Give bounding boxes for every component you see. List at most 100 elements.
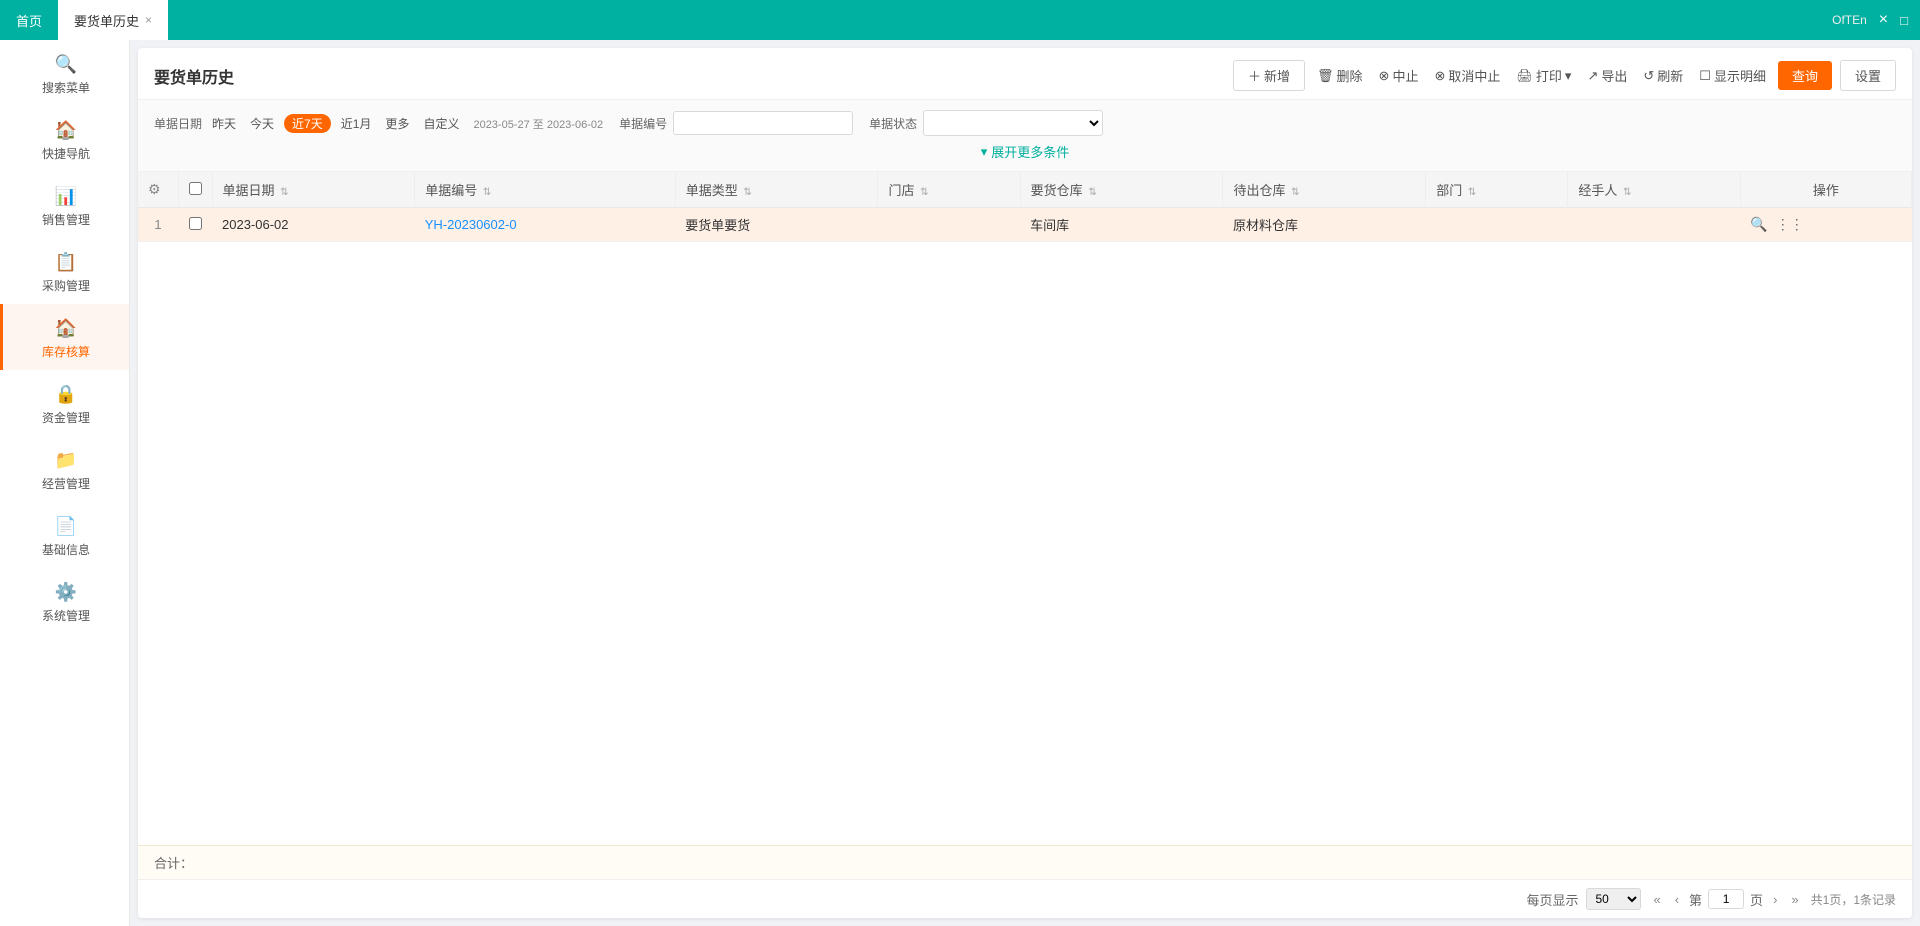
row-doctype: 要货单要货: [675, 208, 878, 242]
delete-button[interactable]: 🗑 删除: [1313, 64, 1367, 87]
date-sort-icon: ⇅: [280, 187, 288, 198]
refresh-label: 刷新: [1657, 66, 1683, 85]
sidebar-item-operation[interactable]: 📁 经营管理: [0, 436, 129, 502]
cancel-stop-button[interactable]: ⊗ 取消中止: [1430, 64, 1504, 87]
refresh-icon: ↺: [1643, 68, 1654, 84]
window-close-icon[interactable]: ×: [1879, 11, 1888, 29]
sidebar-item-inventory[interactable]: 🏠 库存核算: [0, 304, 129, 370]
sidebar-label-search-menu: 搜索菜单: [42, 79, 90, 96]
docno-label: 单据编号: [619, 115, 667, 132]
sidebar-item-system[interactable]: ⚙️ 系统管理: [0, 568, 129, 634]
doctype-col-header[interactable]: 单据类型 ⇅: [675, 172, 878, 208]
docno-input[interactable]: [673, 111, 853, 135]
query-button[interactable]: 查询: [1778, 61, 1832, 90]
tab-home[interactable]: 首页: [0, 0, 58, 40]
select-all-checkbox[interactable]: [189, 182, 202, 195]
status-label: 单据状态: [869, 115, 917, 132]
status-select[interactable]: [923, 110, 1103, 136]
outwarehouse-col-header[interactable]: 待出仓库 ⇅: [1223, 172, 1426, 208]
ops-col-label: 操作: [1813, 183, 1839, 198]
tab-home-label: 首页: [16, 11, 42, 30]
docno-col-header[interactable]: 单据编号 ⇅: [415, 172, 675, 208]
export-button[interactable]: ↗ 导出: [1583, 64, 1631, 87]
prev-page-button[interactable]: ‹: [1671, 890, 1683, 909]
row-docno-link[interactable]: YH-20230602-0: [425, 217, 517, 232]
sidebar-item-basic[interactable]: 📄 基础信息: [0, 502, 129, 568]
toolbar: ＋ 新增 🗑 删除 ⊗ 中止 ⊗ 取消中止 🖨 打印: [1233, 60, 1896, 91]
quick-nav-icon: 🏠: [55, 120, 77, 141]
expand-more-button[interactable]: ▾ 展开更多条件: [154, 142, 1896, 161]
table-header-row: ⚙ 单据日期 ⇅ 单据编号 ⇅: [138, 172, 1912, 208]
row-reqwarehouse: 车间库: [1020, 208, 1223, 242]
tab-close-icon[interactable]: ×: [145, 13, 152, 27]
window-maximize-icon[interactable]: □: [1900, 13, 1908, 28]
filter-docno: 单据编号: [619, 111, 853, 135]
row-checkbox[interactable]: [189, 217, 202, 230]
basic-icon: 📄: [55, 516, 77, 537]
cancel-stop-icon: ⊗: [1434, 68, 1445, 84]
page-size-select[interactable]: 20 50 100: [1586, 888, 1641, 910]
next-page-button[interactable]: ›: [1769, 890, 1781, 909]
finance-icon: 🔒: [55, 384, 77, 405]
shortcut-custom[interactable]: 自定义: [419, 114, 463, 133]
dept-col-header[interactable]: 部门 ⇅: [1426, 172, 1568, 208]
tab-requisition-history[interactable]: 要货单历史 ×: [58, 0, 168, 40]
add-button[interactable]: ＋ 新增: [1233, 60, 1305, 91]
table-row[interactable]: 1 2023-06-02 YH-20230602-0 要货单要货 车间库 原材料…: [138, 208, 1912, 242]
store-col-header[interactable]: 门店 ⇅: [878, 172, 1020, 208]
more-icon[interactable]: ⋮⋮: [1776, 216, 1804, 233]
expand-icon: ▾: [981, 144, 988, 160]
shortcut-more[interactable]: 更多: [381, 114, 413, 133]
page-header: 要货单历史 ＋ 新增 🗑 删除 ⊗ 中止 ⊗ 取消中止: [138, 48, 1912, 100]
display-detail-toggle[interactable]: ☐ 显示明细: [1695, 64, 1770, 87]
top-bar-right: OfTEn × □: [1832, 11, 1908, 29]
shortcut-today[interactable]: 今天: [246, 114, 278, 133]
filter-status: 单据状态: [869, 110, 1103, 136]
handler-sort-icon: ⇅: [1623, 187, 1631, 198]
shortcut-1month[interactable]: 近1月: [337, 114, 376, 133]
outwarehouse-sort-icon: ⇅: [1291, 187, 1299, 198]
expand-label: 展开更多条件: [991, 142, 1069, 161]
add-label: 新增: [1264, 66, 1290, 85]
checkbox-icon: ☐: [1699, 68, 1711, 84]
sidebar-label-operation: 经营管理: [42, 475, 90, 492]
total-info: 共1页，1条记录: [1811, 891, 1896, 908]
last-page-button[interactable]: »: [1787, 890, 1802, 909]
reqwarehouse-sort-icon: ⇅: [1088, 187, 1096, 198]
system-icon: ⚙️: [55, 582, 77, 603]
refresh-button[interactable]: ↺ 刷新: [1639, 64, 1687, 87]
page-label-after: 页: [1750, 890, 1763, 909]
sidebar-item-finance[interactable]: 🔒 资金管理: [0, 370, 129, 436]
sidebar-item-sales[interactable]: 📊 销售管理: [0, 172, 129, 238]
operation-icon: 📁: [55, 450, 77, 471]
sidebar-item-quick-nav[interactable]: 🏠 快捷导航: [0, 106, 129, 172]
window-often[interactable]: OfTEn: [1832, 13, 1867, 27]
sidebar-item-purchase[interactable]: 📋 采购管理: [0, 238, 129, 304]
view-icon[interactable]: 🔍: [1750, 216, 1767, 233]
top-bar-tabs: 首页 要货单历史 ×: [0, 0, 168, 40]
date-col-header[interactable]: 单据日期 ⇅: [212, 172, 415, 208]
table-container: ⚙ 单据日期 ⇅ 单据编号 ⇅: [138, 172, 1912, 845]
print-button[interactable]: 🖨 打印 ▾: [1512, 64, 1575, 87]
table-settings-icon[interactable]: ⚙: [148, 181, 161, 197]
page-number-input[interactable]: [1708, 889, 1744, 909]
stop-icon: ⊗: [1379, 68, 1390, 84]
date-col-label: 单据日期: [223, 183, 275, 198]
filter-area: 单据日期 昨天 今天 近7天 近1月 更多 自定义 2023-05-27 至 2…: [138, 100, 1912, 172]
ops-col-header: 操作: [1740, 172, 1911, 208]
shortcut-yesterday[interactable]: 昨天: [208, 114, 240, 133]
checkbox-col-header: [178, 172, 212, 208]
filter-row: 单据日期 昨天 今天 近7天 近1月 更多 自定义 2023-05-27 至 2…: [154, 110, 1896, 136]
first-page-button[interactable]: «: [1649, 890, 1664, 909]
shortcut-7days[interactable]: 近7天: [284, 114, 331, 133]
reqwarehouse-col-header[interactable]: 要货仓库 ⇅: [1020, 172, 1223, 208]
sidebar-item-search-menu[interactable]: 🔍 搜索菜单: [0, 40, 129, 106]
doctype-sort-icon: ⇅: [743, 187, 751, 198]
sidebar-label-system: 系统管理: [42, 607, 90, 624]
settings-button[interactable]: 设置: [1840, 60, 1896, 91]
filter-date: 单据日期 昨天 今天 近7天 近1月 更多 自定义 2023-05-27 至 2…: [154, 114, 603, 133]
handler-col-header[interactable]: 经手人 ⇅: [1568, 172, 1740, 208]
tab-requisition-label: 要货单历史: [74, 11, 139, 30]
stop-button[interactable]: ⊗ 中止: [1375, 64, 1423, 87]
row-num: 1: [138, 208, 178, 242]
